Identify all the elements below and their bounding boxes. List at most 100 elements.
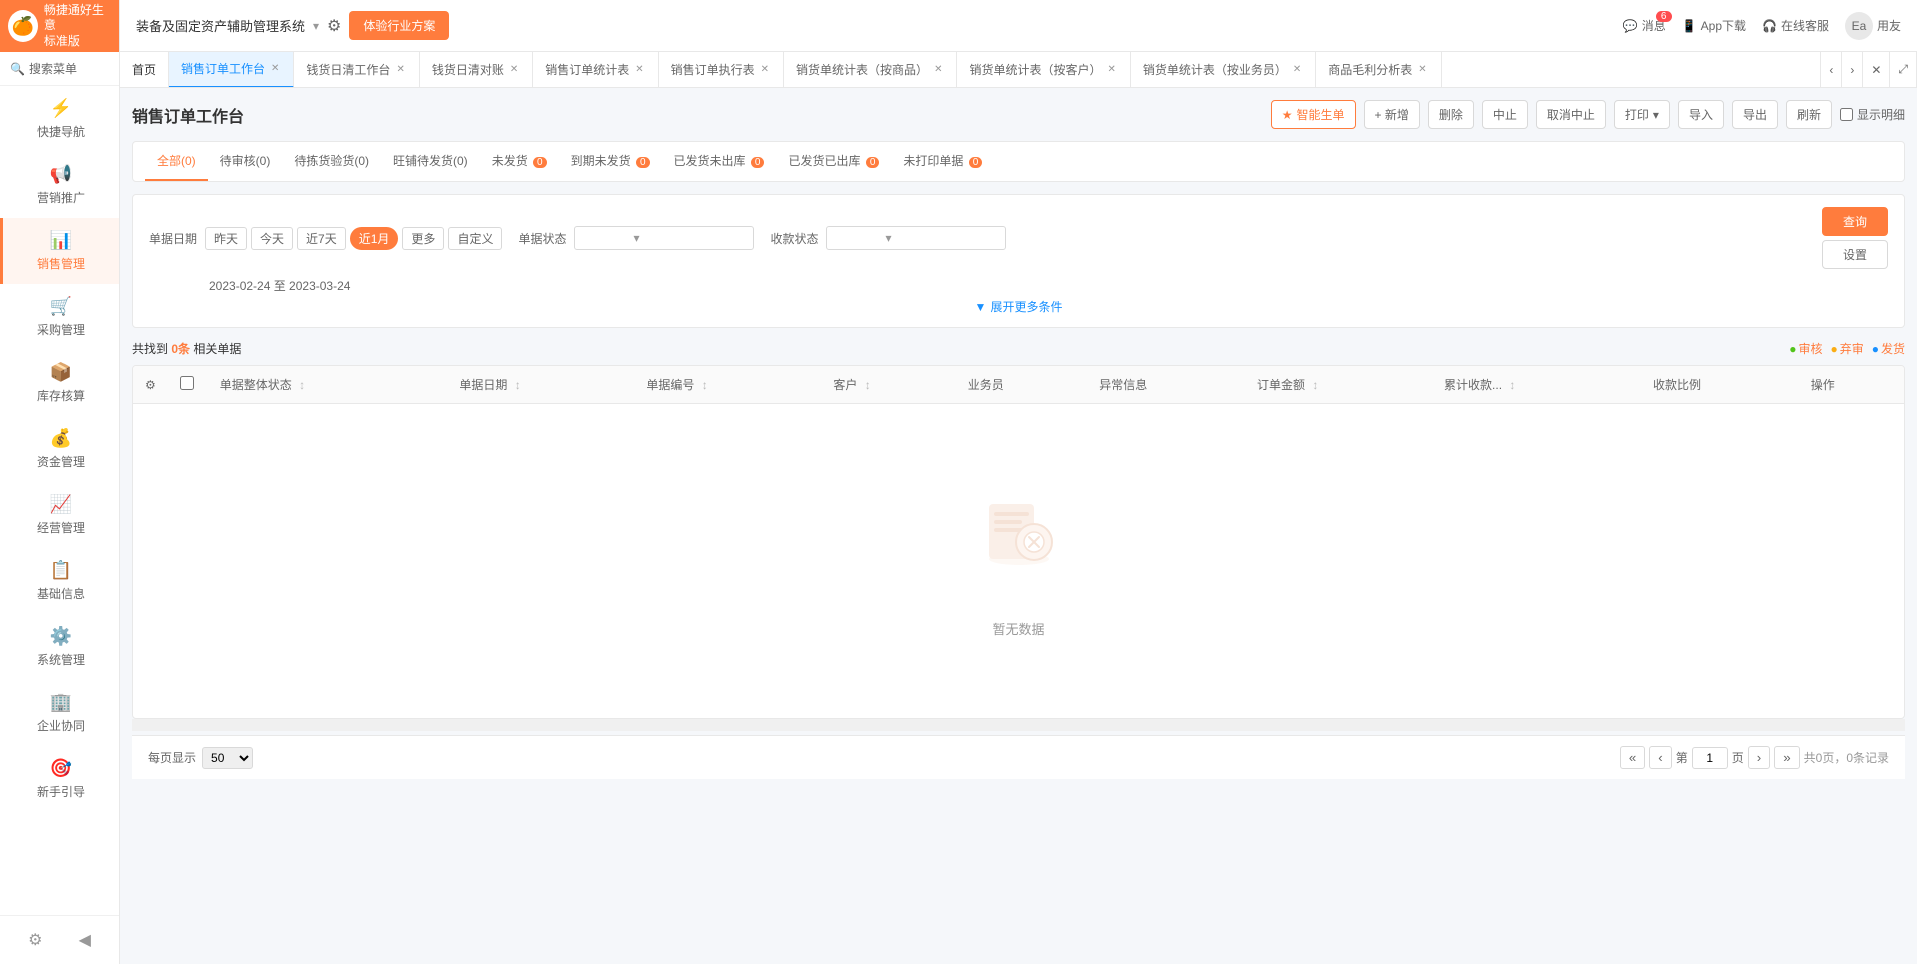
sidebar-item-quick-nav[interactable]: ⚡ 快捷导航 — [0, 86, 119, 152]
tab-prev-btn[interactable]: ‹ — [1821, 52, 1842, 88]
sidebar-item-operations[interactable]: 📈 经营管理 — [0, 482, 119, 548]
date-more[interactable]: 更多 — [402, 227, 444, 250]
page-number-input[interactable] — [1692, 747, 1728, 769]
sidebar-item-inventory[interactable]: 📦 库存核算 — [0, 350, 119, 416]
cancel-review-action[interactable]: ● 弃审 — [1830, 340, 1863, 357]
first-page-btn[interactable]: « — [1620, 746, 1645, 769]
filter-tab-all[interactable]: 全部(0) — [145, 142, 208, 181]
tab-close-sale-stats-product[interactable]: ✕ — [932, 62, 944, 77]
sidebar-item-system[interactable]: ⚙️ 系统管理 — [0, 614, 119, 680]
settings-icon[interactable]: ⚙ — [24, 926, 46, 954]
prev-page-btn[interactable]: ‹ — [1649, 746, 1671, 769]
tab-next-btn[interactable]: › — [1842, 52, 1863, 88]
ship-dot: ● — [1872, 342, 1879, 356]
filter-tab-pending-review[interactable]: 待审核(0) — [208, 142, 283, 181]
empty-text: 暂无数据 — [992, 619, 1044, 638]
search-query-btn[interactable]: 查询 — [1822, 207, 1888, 236]
stop-btn[interactable]: 中止 — [1482, 100, 1528, 129]
user-info[interactable]: Ea 用友 — [1845, 12, 1901, 40]
app-download-btn[interactable]: 📱 App下载 — [1682, 17, 1746, 34]
tab-product-profit[interactable]: 商品毛利分析表 ✕ — [1316, 52, 1441, 88]
sidebar-item-basic-info[interactable]: 📋 基础信息 — [0, 548, 119, 614]
customer-sort-icon[interactable]: ↕ — [865, 378, 871, 392]
filter-tab-not-printed[interactable]: 未打印单据 0 — [891, 142, 994, 181]
filter-tab-shipped-not-out[interactable]: 已发货未出库 0 — [662, 142, 777, 181]
sidebar-item-finance[interactable]: 💰 资金管理 — [0, 416, 119, 482]
sidebar-item-sales[interactable]: 📊 销售管理 — [0, 218, 119, 284]
industry-btn[interactable]: 体验行业方案 — [349, 11, 449, 40]
expand-conditions-btn[interactable]: ▼ 展开更多条件 — [975, 298, 1063, 315]
show-detail-label[interactable]: 显示明细 — [1840, 106, 1905, 123]
tab-cash-daily[interactable]: 钱货日清工作台 ✕ — [294, 52, 419, 88]
tab-cash-reconcile[interactable]: 钱货日清对账 ✕ — [420, 52, 533, 88]
tab-close-all-btn[interactable]: ✕ — [1863, 52, 1890, 88]
collected-sort-icon[interactable]: ↕ — [1509, 378, 1515, 392]
status-select[interactable]: ▾ — [574, 226, 754, 250]
tab-close-sales-stats[interactable]: ✕ — [633, 62, 645, 77]
date-sort-icon[interactable]: ↕ — [515, 378, 521, 392]
tab-sale-stats-product[interactable]: 销货单统计表（按商品） ✕ — [784, 52, 957, 88]
tab-close-sales-exec[interactable]: ✕ — [759, 62, 771, 77]
print-btn[interactable]: 打印 ▾ — [1614, 100, 1670, 129]
sidebar-item-guide[interactable]: 🎯 新手引导 — [0, 746, 119, 812]
message-btn[interactable]: 💬 消息 6 — [1623, 17, 1666, 34]
tab-close-sale-stats-client[interactable]: ✕ — [1105, 62, 1117, 77]
add-btn[interactable]: + 新增 — [1364, 100, 1420, 129]
filter-tab-wangpu[interactable]: 旺铺待发货(0) — [381, 142, 480, 181]
tab-close-product-profit[interactable]: ✕ — [1416, 62, 1428, 77]
search-settings-btn[interactable]: 设置 — [1822, 240, 1888, 269]
next-page-btn[interactable]: › — [1748, 746, 1770, 769]
refresh-btn[interactable]: 刷新 — [1786, 100, 1832, 129]
topbar-gear-icon[interactable]: ⚙ — [327, 16, 341, 36]
select-all-checkbox[interactable] — [180, 376, 194, 390]
payment-select[interactable]: ▾ — [826, 226, 1006, 250]
page-total: 共0页，0条记录 — [1804, 749, 1889, 766]
sidebar-item-purchase[interactable]: 🛒 采购管理 — [0, 284, 119, 350]
date-last7[interactable]: 近7天 — [297, 227, 346, 250]
filter-tab-shipped-out[interactable]: 已发货已出库 0 — [776, 142, 891, 181]
tab-sales-order[interactable]: 销售订单工作台 ✕ — [169, 52, 294, 88]
tab-home[interactable]: 首页 — [120, 52, 169, 88]
status-sort-icon[interactable]: ↕ — [299, 378, 305, 392]
date-custom[interactable]: 自定义 — [448, 227, 502, 250]
amount-sort-icon[interactable]: ↕ — [1312, 378, 1318, 392]
delete-btn[interactable]: 删除 — [1428, 100, 1474, 129]
search-icon: 🔍 — [10, 62, 25, 76]
date-yesterday[interactable]: 昨天 — [205, 227, 247, 250]
tab-close-sale-stats-staff[interactable]: ✕ — [1291, 62, 1303, 77]
export-btn[interactable]: 导出 — [1732, 100, 1778, 129]
show-detail-checkbox[interactable] — [1840, 108, 1853, 121]
sidebar-item-marketing[interactable]: 📢 营销推广 — [0, 152, 119, 218]
results-actions: ● 审核 ● 弃审 ● 发货 — [1789, 340, 1905, 357]
review-action[interactable]: ● 审核 — [1789, 340, 1822, 357]
tab-sales-stats[interactable]: 销售订单统计表 ✕ — [533, 52, 658, 88]
tab-close-cash-reconcile[interactable]: ✕ — [508, 62, 520, 77]
date-today[interactable]: 今天 — [251, 227, 293, 250]
filter-tab-overdue[interactable]: 到期未发货 0 — [559, 142, 662, 181]
tab-sales-exec[interactable]: 销售订单执行表 ✕ — [659, 52, 784, 88]
filter-tab-pending-inspect[interactable]: 待拣货验货(0) — [282, 142, 381, 181]
horizontal-scrollbar[interactable] — [132, 719, 1905, 731]
page-size-dropdown[interactable]: 10 20 50 100 — [202, 747, 253, 769]
tab-close-cash-daily[interactable]: ✕ — [394, 62, 406, 77]
import-btn[interactable]: 导入 — [1678, 100, 1724, 129]
sidebar-search[interactable]: 🔍 搜索菜单 — [0, 52, 119, 86]
date-last1m[interactable]: 近1月 — [350, 227, 399, 250]
tab-sale-stats-staff[interactable]: 销货单统计表（按业务员） ✕ — [1131, 52, 1316, 88]
online-service-btn[interactable]: 🎧 在线客服 — [1762, 17, 1829, 34]
smart-create-btn[interactable]: ★ 智能生单 — [1271, 100, 1356, 129]
system-dropdown-arrow[interactable]: ▾ — [313, 19, 319, 33]
tab-expand-btn[interactable]: ⤢ — [1890, 52, 1917, 88]
filter-tab-not-shipped[interactable]: 未发货 0 — [480, 142, 559, 181]
col-settings-icon[interactable]: ⚙ — [145, 378, 156, 392]
cancel-stop-btn[interactable]: 取消中止 — [1536, 100, 1606, 129]
quick-nav-icon: ⚡ — [50, 98, 72, 119]
sidebar-item-enterprise[interactable]: 🏢 企业协同 — [0, 680, 119, 746]
collapse-icon[interactable]: ◀ — [75, 926, 95, 954]
tab-sale-stats-client[interactable]: 销货单统计表（按客户） ✕ — [957, 52, 1130, 88]
tab-close-sales-order[interactable]: ✕ — [269, 61, 281, 76]
ship-action[interactable]: ● 发货 — [1872, 340, 1905, 357]
last-page-btn[interactable]: » — [1774, 746, 1799, 769]
expand-row: ▼ 展开更多条件 — [149, 298, 1888, 315]
number-sort-icon[interactable]: ↕ — [702, 378, 708, 392]
